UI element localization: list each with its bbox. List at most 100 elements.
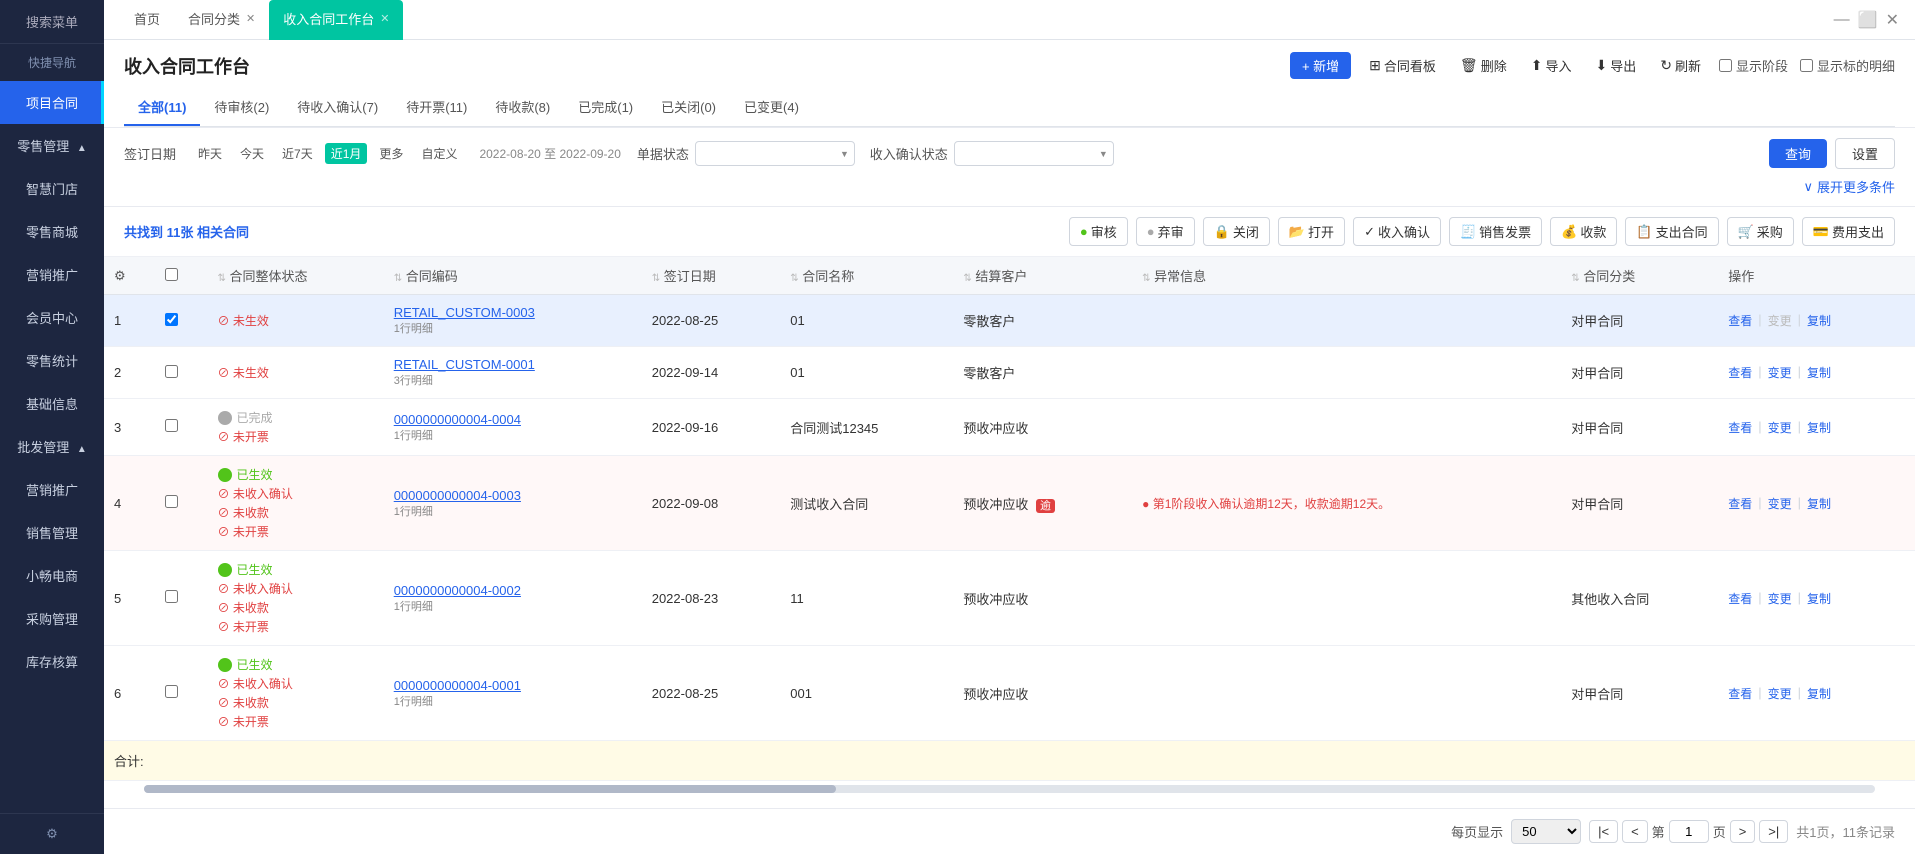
view-link[interactable]: 查看 bbox=[1728, 364, 1752, 381]
row-checkbox[interactable] bbox=[155, 456, 208, 551]
sidebar-item-inventory[interactable]: 库存核算 bbox=[0, 640, 104, 683]
sidebar-item-retail-mall[interactable]: 零售商城 bbox=[0, 210, 104, 253]
expense-pay-btn[interactable]: 💳 费用支出 bbox=[1802, 217, 1895, 246]
show-phase-input[interactable] bbox=[1719, 59, 1732, 72]
contract-code-link[interactable]: 0000000000004-0002 bbox=[394, 583, 632, 598]
query-button[interactable]: 查询 bbox=[1769, 139, 1827, 168]
tab-contract-category[interactable]: 合同分类 ✕ bbox=[174, 0, 269, 40]
change-link[interactable]: 变更 bbox=[1768, 590, 1792, 607]
status-tab-pending-payment[interactable]: 待收款(8) bbox=[481, 89, 564, 126]
page-size-select[interactable]: 50 10 20 100 bbox=[1511, 819, 1581, 844]
view-link[interactable]: 查看 bbox=[1728, 312, 1752, 329]
close-icon[interactable]: ✕ bbox=[380, 12, 389, 25]
sales-invoice-btn[interactable]: 🧾 销售发票 bbox=[1449, 217, 1542, 246]
minimize-icon[interactable]: — bbox=[1834, 11, 1850, 29]
date-btn-last7[interactable]: 近7天 bbox=[276, 143, 319, 164]
add-button[interactable]: + 新增 bbox=[1290, 52, 1351, 79]
show-detail-input[interactable] bbox=[1800, 59, 1813, 72]
change-link[interactable]: 变更 bbox=[1768, 495, 1792, 512]
change-link[interactable]: 变更 bbox=[1768, 364, 1792, 381]
status-tab-pending-invoice[interactable]: 待开票(11) bbox=[392, 89, 481, 126]
status-tab-closed[interactable]: 已关闭(0) bbox=[647, 89, 730, 126]
sidebar-item-smart-store[interactable]: 智慧门店 bbox=[0, 167, 104, 210]
select-all-checkbox[interactable] bbox=[165, 268, 178, 281]
delete-button[interactable]: 🗑 删除 bbox=[1454, 53, 1513, 78]
date-btn-custom[interactable]: 自定义 bbox=[415, 143, 463, 164]
refresh-button[interactable]: ↻ 刷新 bbox=[1654, 53, 1707, 78]
change-link[interactable]: 变更 bbox=[1768, 419, 1792, 436]
tab-home[interactable]: 首页 bbox=[120, 0, 174, 40]
sidebar-item-purchase-mgmt[interactable]: 采购管理 bbox=[0, 597, 104, 640]
sidebar-item-sales-mgmt[interactable]: 销售管理 bbox=[0, 511, 104, 554]
export-button[interactable]: ⬇ 导出 bbox=[1589, 53, 1642, 78]
sidebar-item-retail-stats[interactable]: 零售统计 bbox=[0, 339, 104, 382]
copy-link[interactable]: 复制 bbox=[1807, 364, 1831, 381]
first-page-btn[interactable]: |< bbox=[1589, 820, 1618, 843]
open-btn[interactable]: 📂 打开 bbox=[1278, 217, 1345, 246]
copy-link[interactable]: 复制 bbox=[1807, 685, 1831, 702]
sidebar-item-member[interactable]: 会员中心 bbox=[0, 296, 104, 339]
col-checkbox[interactable] bbox=[155, 257, 208, 295]
close-contract-btn[interactable]: 🔒 关闭 bbox=[1203, 217, 1270, 246]
date-btn-yesterday[interactable]: 昨天 bbox=[192, 143, 228, 164]
sidebar-item-retail-mgmt[interactable]: 零售管理 ▲ bbox=[0, 124, 104, 167]
sidebar-item-marketing[interactable]: 营销推广 bbox=[0, 253, 104, 296]
review-btn[interactable]: ● 审核 bbox=[1069, 217, 1128, 246]
row-checkbox[interactable] bbox=[155, 399, 208, 456]
sidebar-item-marketing2[interactable]: 营销推广 bbox=[0, 468, 104, 511]
last-page-btn[interactable]: >| bbox=[1759, 820, 1788, 843]
purchase-btn[interactable]: 🛒 采购 bbox=[1727, 217, 1794, 246]
copy-link[interactable]: 复制 bbox=[1807, 312, 1831, 329]
abandon-btn[interactable]: ● 弃审 bbox=[1136, 217, 1195, 246]
status-tab-completed[interactable]: 已完成(1) bbox=[564, 89, 647, 126]
close-icon[interactable]: ✕ bbox=[246, 12, 255, 25]
show-detail-checkbox[interactable]: 显示标的明细 bbox=[1800, 56, 1895, 75]
col-settings[interactable]: ⚙ bbox=[104, 257, 155, 295]
change-link[interactable]: 变更 bbox=[1768, 312, 1792, 329]
income-confirm-btn[interactable]: ✓ 收入确认 bbox=[1353, 217, 1441, 246]
view-link[interactable]: 查看 bbox=[1728, 590, 1752, 607]
copy-link[interactable]: 复制 bbox=[1807, 495, 1831, 512]
tab-income-contract[interactable]: 收入合同工作台 ✕ bbox=[269, 0, 403, 40]
page-input[interactable] bbox=[1669, 820, 1709, 843]
sidebar-settings[interactable]: ⚙ bbox=[0, 813, 104, 854]
sidebar-item-basic-info[interactable]: 基础信息 bbox=[0, 382, 104, 425]
contract-code-link[interactable]: 0000000000004-0003 bbox=[394, 488, 632, 503]
contract-code-link[interactable]: 0000000000004-0004 bbox=[394, 412, 632, 427]
maximize-icon[interactable]: ⬜ bbox=[1858, 10, 1878, 30]
row-checkbox[interactable] bbox=[155, 551, 208, 646]
copy-link[interactable]: 复制 bbox=[1807, 590, 1831, 607]
view-link[interactable]: 查看 bbox=[1728, 685, 1752, 702]
sidebar-item-xiao-chang[interactable]: 小畅电商 bbox=[0, 554, 104, 597]
date-btn-more[interactable]: 更多 bbox=[373, 143, 409, 164]
row-checkbox[interactable] bbox=[155, 295, 208, 347]
doc-status-select[interactable] bbox=[695, 141, 855, 166]
date-btn-last1month[interactable]: 近1月 bbox=[325, 143, 368, 164]
income-confirm-select[interactable] bbox=[954, 141, 1114, 166]
kanban-button[interactable]: ⊞ 合同看板 bbox=[1363, 53, 1442, 78]
show-phase-checkbox[interactable]: 显示阶段 bbox=[1719, 56, 1788, 75]
contract-code-link[interactable]: RETAIL_CUSTOM-0001 bbox=[394, 357, 632, 372]
status-tab-pending-confirm[interactable]: 待收入确认(7) bbox=[283, 89, 392, 126]
contract-code-link[interactable]: 0000000000004-0001 bbox=[394, 678, 632, 693]
collect-btn[interactable]: 💰 收款 bbox=[1550, 217, 1617, 246]
status-tab-changed[interactable]: 已变更(4) bbox=[730, 89, 813, 126]
sidebar-item-wholesale-mgmt[interactable]: 批发管理 ▲ bbox=[0, 425, 104, 468]
horizontal-scrollbar[interactable] bbox=[144, 785, 1875, 793]
status-tab-all[interactable]: 全部(11) bbox=[124, 89, 200, 126]
sidebar-search[interactable]: 搜索菜单 bbox=[0, 0, 104, 44]
sidebar-item-project[interactable]: 项目合同 bbox=[0, 81, 104, 124]
date-btn-today[interactable]: 今天 bbox=[234, 143, 270, 164]
copy-link[interactable]: 复制 bbox=[1807, 419, 1831, 436]
prev-page-btn[interactable]: < bbox=[1622, 820, 1648, 843]
set-button[interactable]: 设置 bbox=[1835, 138, 1895, 169]
expand-more-conditions[interactable]: ∨ 展开更多条件 bbox=[1803, 177, 1895, 196]
sidebar-quick-nav[interactable]: 快捷导航 bbox=[0, 44, 104, 81]
contract-code-link[interactable]: RETAIL_CUSTOM-0003 bbox=[394, 305, 632, 320]
import-button[interactable]: ⬆ 导入 bbox=[1525, 53, 1578, 78]
expense-out-btn[interactable]: 📋 支出合同 bbox=[1625, 217, 1718, 246]
view-link[interactable]: 查看 bbox=[1728, 495, 1752, 512]
row-checkbox[interactable] bbox=[155, 646, 208, 741]
next-page-btn[interactable]: > bbox=[1730, 820, 1756, 843]
view-link[interactable]: 查看 bbox=[1728, 419, 1752, 436]
